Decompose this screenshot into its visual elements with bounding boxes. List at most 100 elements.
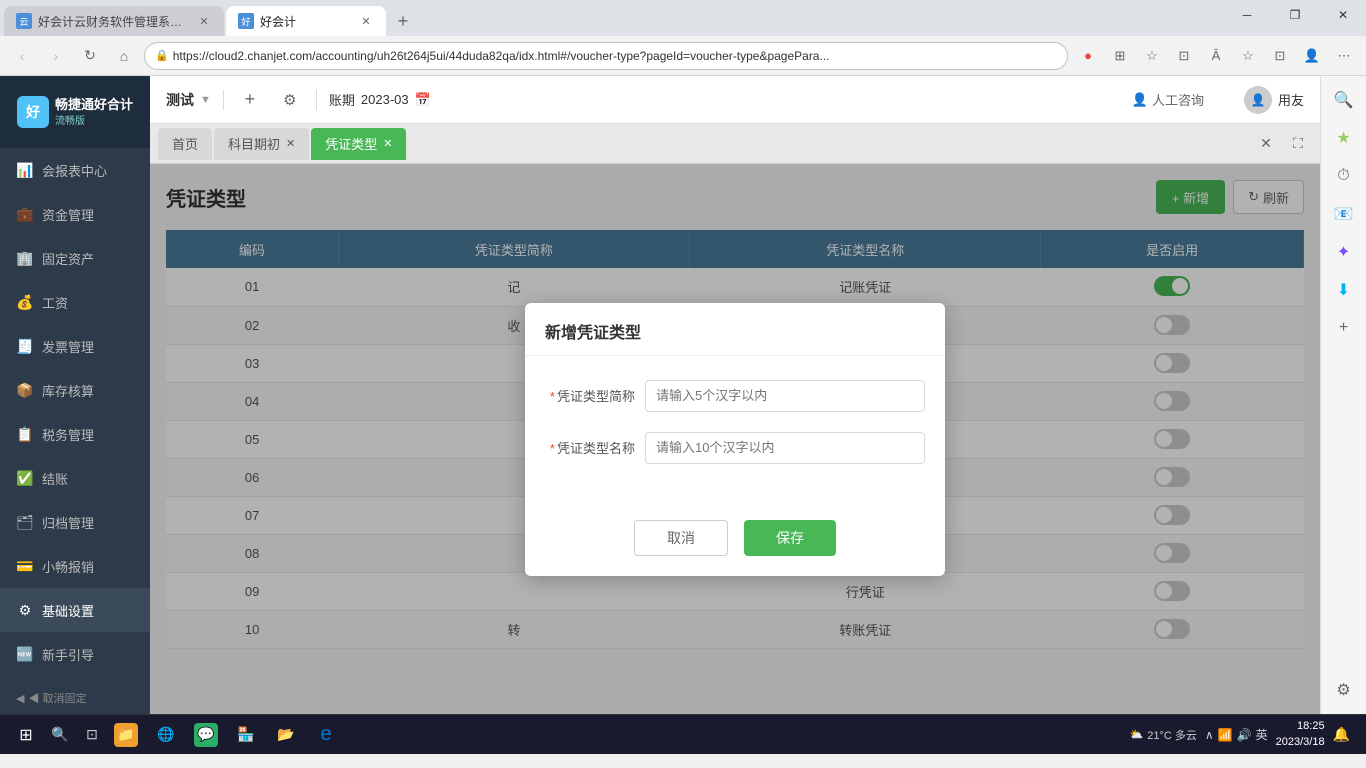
modal-title: 新增凭证类型 xyxy=(525,303,945,356)
taskbar-app5[interactable]: 📂 xyxy=(268,717,304,753)
right-panel-outlook[interactable]: 📧 xyxy=(1328,198,1360,230)
sidebar-item-tax[interactable]: 📋 税务管理 xyxy=(0,412,150,456)
tray-sound-icon[interactable]: 🔊 xyxy=(1237,728,1252,742)
file-explorer-icon: 📁 xyxy=(114,723,138,747)
nav-home[interactable]: ⌂ xyxy=(110,42,138,70)
start-button[interactable]: ⊞ xyxy=(8,719,44,751)
lock-icon: 🔒 xyxy=(155,49,169,62)
extension-btn-5[interactable]: Ā xyxy=(1202,42,1230,70)
browser-tab-1[interactable]: 云 好会计云财务软件管理系统_会计 ✕ xyxy=(4,6,224,36)
extension-btn-1[interactable]: ● xyxy=(1074,42,1102,70)
right-panel-star[interactable]: ★ xyxy=(1328,122,1360,154)
required-mark-abbr: * xyxy=(550,389,555,404)
sidebar-item-invoice[interactable]: 🧾 发票管理 xyxy=(0,324,150,368)
tab-collapse-button[interactable]: ✕ xyxy=(1252,130,1280,158)
window-close[interactable]: ✕ xyxy=(1320,0,1366,30)
toolbar-add-button[interactable]: + xyxy=(236,86,264,114)
field-name-input[interactable] xyxy=(645,432,925,464)
extension-btn-3[interactable]: ☆ xyxy=(1138,42,1166,70)
sidebar-item-settings[interactable]: ⚙ 基础设置 xyxy=(0,588,150,632)
right-panel-add[interactable]: + xyxy=(1328,312,1360,344)
company-selector[interactable]: 测试 ▼ xyxy=(166,90,211,110)
user-menu[interactable]: 👤 用友 xyxy=(1244,86,1304,114)
taskbar-edge[interactable]: e xyxy=(308,717,344,753)
content-tabs: 首页 科目期初 ✕ 凭证类型 ✕ ✕ ⛶ xyxy=(150,124,1320,164)
nav-forward[interactable]: › xyxy=(42,42,70,70)
extension-btn-8[interactable]: 👤 xyxy=(1298,42,1326,70)
assets-icon: 💼 xyxy=(16,205,34,223)
sidebar-label-inventory: 库存核算 xyxy=(42,381,94,400)
address-bar[interactable]: 🔒 https://cloud2.chanjet.com/accounting/… xyxy=(144,42,1068,70)
sidebar-item-inventory[interactable]: 📦 库存核算 xyxy=(0,368,150,412)
collapse-icon: ◀ xyxy=(16,692,24,705)
sidebar-item-dashboard[interactable]: 📊 会报表中心 xyxy=(0,148,150,192)
toolbar-settings-button[interactable]: ⚙ xyxy=(276,86,304,114)
sidebar-collapse-btn[interactable]: ◀ ◀ 取消固定 xyxy=(0,682,150,714)
sidebar-item-guide[interactable]: 🆕 新手引导 xyxy=(0,632,150,676)
field-abbr-input[interactable] xyxy=(645,380,925,412)
sidebar-label-settlement: 结账 xyxy=(42,469,68,488)
window-restore[interactable]: ❐ xyxy=(1272,0,1318,30)
tab-expand-button[interactable]: ⛶ xyxy=(1284,130,1312,158)
period-value: 2023-03 xyxy=(361,92,409,107)
nav-back[interactable]: ‹ xyxy=(8,42,36,70)
store-icon: 🏪 xyxy=(234,723,258,747)
tab-subjects-close[interactable]: ✕ xyxy=(286,137,295,150)
extension-btn-7[interactable]: ⊡ xyxy=(1266,42,1294,70)
tab-voucher-type-close[interactable]: ✕ xyxy=(383,137,392,150)
tray-up-icon[interactable]: ∧ xyxy=(1205,728,1214,742)
extension-btn-6[interactable]: ☆ xyxy=(1234,42,1262,70)
form-label-name: *凭证类型名称 xyxy=(545,438,645,457)
sidebar-item-settlement[interactable]: ✅ 结账 xyxy=(0,456,150,500)
sidebar-item-payroll[interactable]: 💰 工资 xyxy=(0,280,150,324)
calendar-icon[interactable]: 📅 xyxy=(415,92,431,108)
show-desktop-btn[interactable]: 🔔 xyxy=(1333,726,1350,743)
sidebar-label-expense: 小畅报销 xyxy=(42,557,94,576)
extension-btn-9[interactable]: ⋯ xyxy=(1330,42,1358,70)
taskbar: ⊞ 🔍 ⊡ 📁 🌐 💬 🏪 📂 e ⛅ 21°C 多云 ∧ 📶 🔊 xyxy=(0,714,1366,754)
taskbar-store[interactable]: 🏪 xyxy=(228,717,264,753)
taskbar-tray: ⛅ 21°C 多云 ∧ 📶 🔊 英 18:25 2023/3/18 🔔 xyxy=(1130,719,1358,750)
form-row-name: *凭证类型名称 xyxy=(545,432,925,464)
tab-subjects[interactable]: 科目期初 ✕ xyxy=(214,128,309,160)
taskbar-search[interactable]: 🔍 xyxy=(44,719,76,751)
taskbar-apps: 📁 🌐 💬 🏪 📂 e xyxy=(108,717,619,753)
tab-voucher-type[interactable]: 凭证类型 ✕ xyxy=(311,128,406,160)
sidebar-item-fixed-assets[interactable]: 🏢 固定资产 xyxy=(0,236,150,280)
nav-refresh[interactable]: ↻ xyxy=(76,42,104,70)
tray-lang[interactable]: 英 xyxy=(1256,726,1268,743)
right-panel-history[interactable]: ⏱ xyxy=(1328,160,1360,192)
weather-icon: ⛅ xyxy=(1130,728,1144,741)
extension-btn-4[interactable]: ⊡ xyxy=(1170,42,1198,70)
right-panel-copilot[interactable]: ✦ xyxy=(1328,236,1360,268)
help-button[interactable]: 👤 人工咨询 xyxy=(1132,90,1204,109)
sidebar: 好 畅捷通好合计 流畅版 📊 会报表中心 💼 资金管理 🏢 固定资产 💰 xyxy=(0,76,150,714)
task-view-button[interactable]: ⊡ xyxy=(76,719,108,751)
tab-favicon-2: 好 xyxy=(238,13,254,29)
window-minimize[interactable]: ─ xyxy=(1224,0,1270,30)
cancel-button[interactable]: 取消 xyxy=(634,520,728,556)
sidebar-item-expense[interactable]: 💳 小畅报销 xyxy=(0,544,150,588)
taskbar-chrome[interactable]: 🌐 xyxy=(148,717,184,753)
right-panel-download[interactable]: ⬇ xyxy=(1328,274,1360,306)
tab-close-1[interactable]: ✕ xyxy=(196,13,212,29)
tab-title-2: 好会计 xyxy=(260,13,352,30)
sidebar-item-assets[interactable]: 💼 资金管理 xyxy=(0,192,150,236)
tab-home[interactable]: 首页 xyxy=(158,128,212,160)
tab-title-1: 好会计云财务软件管理系统_会计 xyxy=(38,13,190,30)
save-button[interactable]: 保存 xyxy=(744,520,836,556)
sidebar-item-archive[interactable]: 🗂 归档管理 xyxy=(0,500,150,544)
tray-network-icon[interactable]: 📶 xyxy=(1218,728,1233,742)
clock-display[interactable]: 18:25 2023/3/18 xyxy=(1276,719,1325,750)
browser-tab-2[interactable]: 好 好会计 ✕ xyxy=(226,6,386,36)
right-panel-settings[interactable]: ⚙ xyxy=(1328,674,1360,706)
taskbar-wechat[interactable]: 💬 xyxy=(188,717,224,753)
tab-voucher-type-label: 凭证类型 xyxy=(325,134,377,153)
sidebar-label-tax: 税务管理 xyxy=(42,425,94,444)
new-tab-button[interactable]: + xyxy=(388,6,418,36)
company-name: 测试 xyxy=(166,90,194,110)
extension-btn-2[interactable]: ⊞ xyxy=(1106,42,1134,70)
tab-close-2[interactable]: ✕ xyxy=(358,13,374,29)
right-panel-search[interactable]: 🔍 xyxy=(1328,84,1360,116)
taskbar-file-explorer[interactable]: 📁 xyxy=(108,717,144,753)
